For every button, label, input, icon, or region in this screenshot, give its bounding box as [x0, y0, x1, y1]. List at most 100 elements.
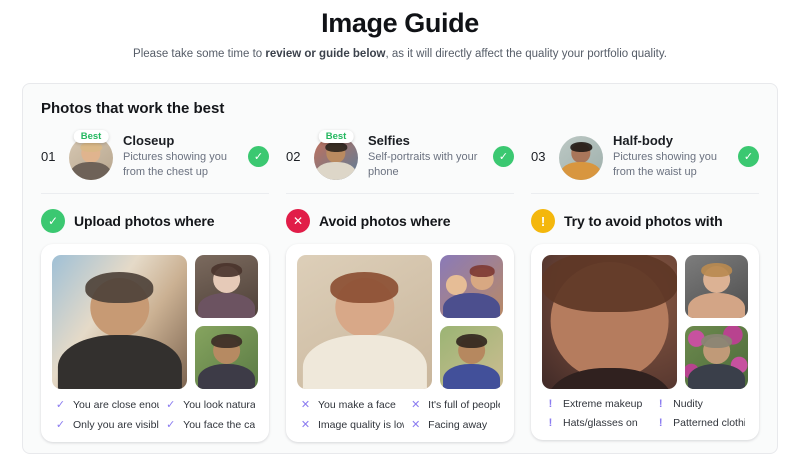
- checklist-text: Patterned clothing: [673, 417, 745, 429]
- portrait-head-shape: [210, 333, 242, 365]
- avatar-head-shape: [324, 141, 348, 163]
- portrait-torso-shape: [687, 363, 746, 389]
- page-subtitle: Please take some time to review or guide…: [0, 48, 800, 60]
- photo-type-closeup: 01 Best Closeup Pictures showing you fro…: [41, 130, 269, 194]
- checklist-text: Nudity: [673, 398, 703, 410]
- photo-side-column: [440, 255, 503, 389]
- portrait-head-shape: [210, 262, 242, 294]
- x-icon: ✕: [300, 419, 311, 431]
- best-badge: Best: [73, 130, 109, 143]
- half-body-example-avatar: [559, 136, 603, 180]
- avatar-head-shape: [569, 141, 593, 163]
- best-badge: Best: [318, 130, 354, 143]
- type-text: Half-body Pictures showing you from the …: [613, 133, 726, 179]
- exclamation-icon: !: [658, 417, 663, 429]
- checklist-text: Extreme makeup: [563, 398, 643, 410]
- portrait-torso-shape: [197, 292, 256, 318]
- avoid-checklist: ✕ You make a face ✕ It's full of people ✕ I…: [297, 398, 503, 431]
- subtitle-suffix: , as it will directly affect the quality…: [385, 48, 667, 60]
- photo-type-selfies: 02 Best Selfies Self-portraits with your…: [286, 130, 514, 194]
- avatar-torso-shape: [70, 162, 112, 180]
- upload-examples-card: ✓You are close enough ✓You look natural …: [41, 244, 269, 442]
- section-avoid-photos: ✕ Avoid photos where ✕ You make a face ✕ I…: [286, 209, 514, 442]
- checklist-text: You face the camera: [183, 419, 255, 431]
- type-title: Closeup: [123, 133, 175, 149]
- upload-example-photo-3: [195, 326, 258, 389]
- check-icon: ✓: [166, 419, 176, 431]
- checklist-item: ✕ It's full of people: [410, 398, 500, 411]
- checklist-item: ✕ You make a face: [300, 398, 404, 411]
- portrait-torso-shape: [547, 367, 672, 389]
- exclamation-icon: !: [548, 417, 553, 429]
- try-avoid-example-photo-main: [542, 255, 677, 389]
- check-icon: ✓: [166, 399, 176, 411]
- portrait-head-shape: [455, 333, 487, 365]
- x-circle-icon: ✕: [286, 209, 310, 233]
- type-avatar-wrap: Best: [314, 130, 358, 180]
- photo-type-half-body: 03 Half-body Pictures showing you from t…: [531, 132, 759, 194]
- type-number: 02: [286, 148, 301, 164]
- checklist-text: Image quality is low: [318, 419, 405, 431]
- exclamation-icon: !: [548, 398, 553, 410]
- guideline-sections: ✓ Upload photos where ✓ You are close eno…: [41, 209, 759, 442]
- section-header: ✓ Upload photos where: [41, 209, 269, 233]
- avatar-torso-shape: [560, 162, 602, 180]
- section-header: ✕ Avoid photos where: [286, 209, 514, 233]
- section-try-to-avoid: ! Try to avoid photos with ! Extreme make…: [531, 209, 759, 442]
- check-circle-icon: ✓: [41, 209, 65, 233]
- upload-checklist: ✓You are close enough ✓You look natural …: [52, 398, 258, 431]
- check-circle-icon: ✓: [738, 145, 759, 167]
- avatar-torso-shape: [315, 162, 357, 180]
- try-avoid-example-photo-3: [685, 326, 748, 389]
- x-icon: ✕: [411, 399, 421, 411]
- photo-grid: [52, 255, 258, 389]
- x-icon: ✕: [411, 419, 421, 431]
- portrait-torso-shape: [57, 335, 182, 389]
- checklist-item: ✓ You are close enough: [55, 398, 159, 411]
- type-number: 01: [41, 148, 56, 164]
- type-description: Self-portraits with your phone: [368, 151, 478, 178]
- type-description: Pictures showing you from the waist up: [613, 151, 717, 178]
- type-number: 03: [531, 148, 546, 164]
- checklist-item: ✓ You look natural: [165, 398, 255, 411]
- checklist-text: Facing away: [428, 419, 488, 431]
- type-title: Half-body: [613, 133, 673, 149]
- checklist-text: You make a face: [318, 399, 396, 411]
- portrait-torso-shape: [197, 363, 256, 389]
- section-title: Upload photos where: [74, 213, 215, 229]
- type-text: Selfies Self-portraits with your phone: [368, 133, 481, 179]
- x-icon: ✕: [300, 399, 311, 411]
- try-avoid-example-photo-2: [685, 255, 748, 318]
- avoid-example-photo-2: [440, 255, 503, 318]
- upload-example-photo-2: [195, 255, 258, 318]
- portrait-head-shape: [542, 255, 677, 381]
- checklist-text: Only you are visible: [73, 419, 160, 431]
- checklist-text: It's full of people: [428, 399, 500, 411]
- checklist-item: ! Nudity: [655, 398, 745, 410]
- exclamation-icon: !: [658, 398, 663, 410]
- checklist-item: ✕ Image quality is low: [300, 418, 404, 431]
- checklist-item: ✓ You face the camera: [165, 418, 255, 431]
- avoid-examples-card: ✕ You make a face ✕ It's full of people ✕ I…: [286, 244, 514, 442]
- checklist-text: Hats/glasses on: [563, 417, 638, 429]
- photo-type-row: 01 Best Closeup Pictures showing you fro…: [41, 130, 759, 194]
- checklist-item: ✕ Facing away: [410, 418, 500, 431]
- type-title: Selfies: [368, 133, 410, 149]
- portrait-head-shape: [85, 271, 154, 338]
- checklist-item: ! Hats/glasses on: [545, 417, 649, 429]
- avatar-head-shape: [79, 141, 103, 163]
- upload-example-photo-main: [52, 255, 187, 389]
- page-title: Image Guide: [321, 8, 479, 38]
- photo-grid: [542, 255, 748, 389]
- subtitle-prefix: Please take some time to: [133, 48, 266, 60]
- portrait-torso-shape: [442, 363, 501, 389]
- image-guide-panel: Photos that work the best 01 Best Closeu…: [22, 83, 778, 454]
- best-photos-heading: Photos that work the best: [41, 100, 225, 117]
- subtitle-bold: review or guide below: [265, 48, 386, 60]
- try-avoid-examples-card: ! Extreme makeup ! Nudity ! Hats/glasses on…: [531, 244, 759, 440]
- checklist-text: You look natural: [183, 399, 255, 411]
- portrait-head-shape: [700, 333, 732, 365]
- checklist-item: ! Extreme makeup: [545, 398, 649, 410]
- portrait-head-shape: [330, 271, 399, 338]
- exclamation-circle-icon: !: [531, 209, 555, 233]
